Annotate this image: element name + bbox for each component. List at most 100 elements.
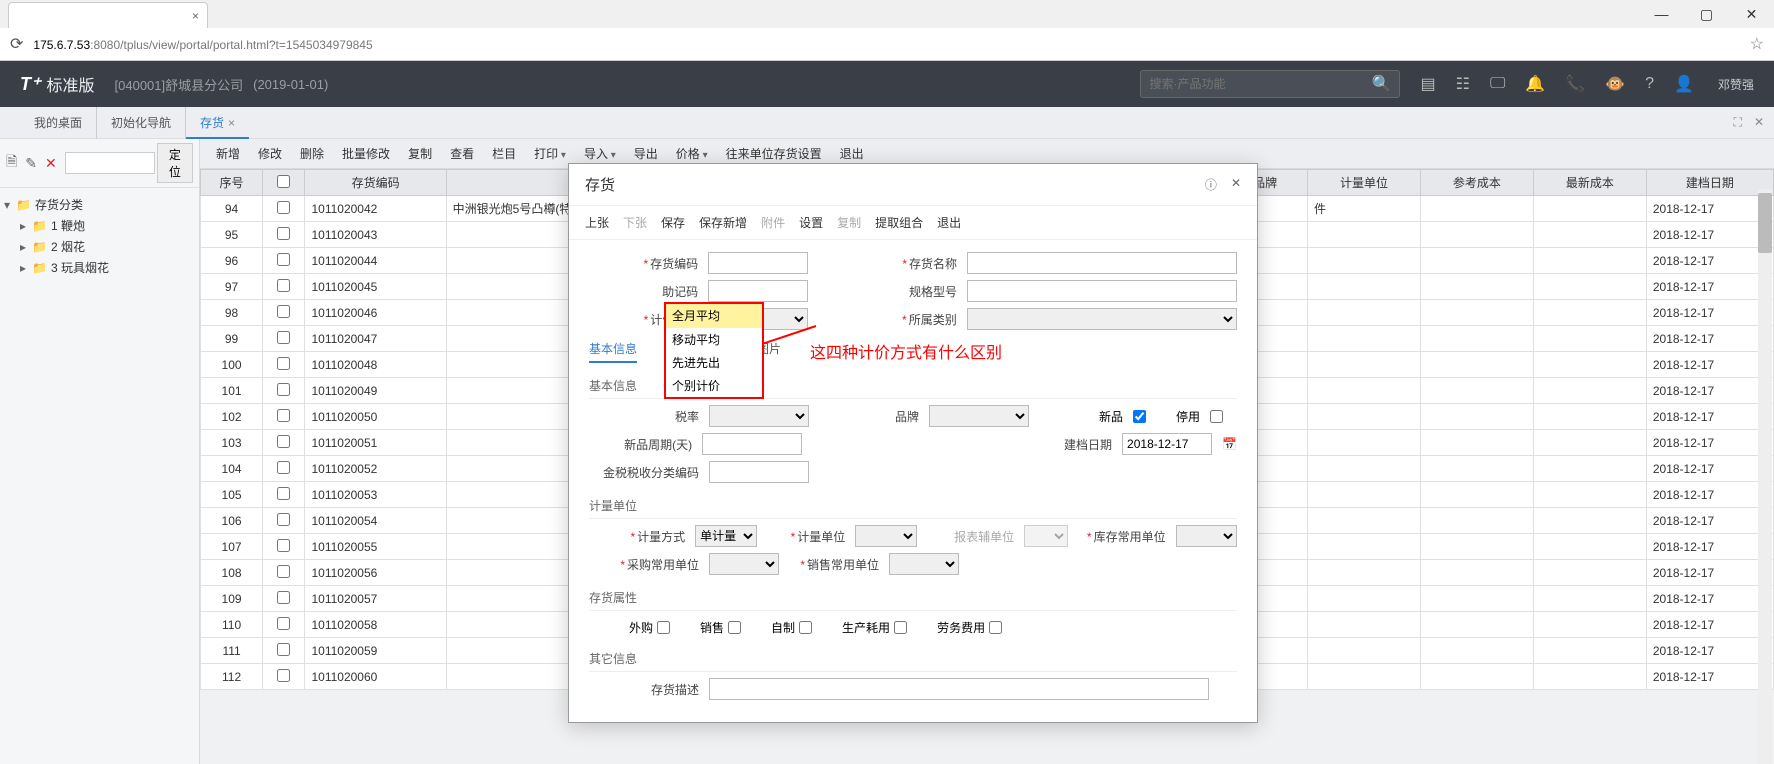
col-checkbox[interactable] [263, 170, 305, 196]
row-checkbox[interactable] [277, 565, 290, 578]
exit-button[interactable]: 退出 [937, 214, 961, 231]
row-checkbox[interactable] [277, 513, 290, 526]
tab-init[interactable]: 初始化导航 [97, 107, 186, 139]
tab-inventory[interactable]: 存货× [186, 107, 249, 139]
tb-add[interactable]: 新增 [216, 145, 240, 162]
row-checkbox[interactable] [277, 409, 290, 422]
tree-root[interactable]: ▾📁存货分类 [4, 194, 195, 215]
calendar-icon[interactable]: 📅 [1222, 437, 1237, 451]
delete-icon[interactable]: ✕ [45, 155, 57, 172]
browser-tab[interactable]: × [8, 2, 208, 28]
dropdown-option[interactable]: 先进先出 [666, 351, 762, 374]
tb-batch[interactable]: 批量修改 [342, 145, 390, 162]
url-text[interactable]: 175.6.7.53:8080/tplus/view/portal/portal… [33, 36, 372, 52]
prev-button[interactable]: 上张 [585, 214, 609, 231]
mnemonic-input[interactable] [708, 280, 808, 302]
goldentax-input[interactable] [709, 461, 809, 483]
row-checkbox[interactable] [277, 201, 290, 214]
tb-partner[interactable]: 往来单位存货设置 [726, 145, 822, 162]
builddate-input[interactable] [1122, 433, 1212, 455]
desc-input[interactable] [709, 678, 1209, 700]
save-button[interactable]: 保存 [661, 214, 685, 231]
new-icon[interactable]: 🗎 [6, 151, 17, 175]
measunit-select[interactable] [855, 525, 916, 547]
tb-export[interactable]: 导出 [634, 145, 658, 162]
tab-basic[interactable]: 基本信息 [589, 340, 637, 363]
row-checkbox[interactable] [277, 227, 290, 240]
col-idx[interactable]: 序号 [201, 170, 263, 196]
reload-icon[interactable]: ⟳ [10, 34, 23, 54]
newflag-checkbox[interactable] [1133, 410, 1146, 423]
phone-icon[interactable]: 📞 [1565, 74, 1585, 94]
row-checkbox[interactable] [277, 253, 290, 266]
bell-icon[interactable]: 🔔 [1525, 74, 1545, 94]
help-icon[interactable]: ⓘ [1205, 176, 1217, 193]
row-checkbox[interactable] [277, 383, 290, 396]
setting-button[interactable]: 设置 [799, 214, 823, 231]
tax-select[interactable] [709, 405, 809, 427]
row-checkbox[interactable] [277, 669, 290, 682]
close-icon[interactable]: × [228, 116, 235, 130]
chk-prodcons[interactable]: 生产耗用 [842, 619, 907, 636]
tb-del[interactable]: 删除 [300, 145, 324, 162]
code-input[interactable] [708, 252, 808, 274]
dropdown-option[interactable]: 移动平均 [666, 328, 762, 351]
edit-icon[interactable]: ✎ [25, 155, 37, 172]
save-icon[interactable]: ▤ [1420, 74, 1435, 94]
monkey-icon[interactable]: 🐵 [1605, 74, 1625, 94]
scrollbar-track[interactable] [1758, 189, 1772, 764]
col-refcost[interactable]: 参考成本 [1420, 170, 1533, 196]
saleunit-select[interactable] [889, 553, 959, 575]
chk-self[interactable]: 自制 [771, 619, 812, 636]
row-checkbox[interactable] [277, 279, 290, 292]
expand-icon[interactable]: ⛶ [1734, 115, 1742, 130]
close-icon[interactable]: × [192, 9, 199, 23]
extract-button[interactable]: 提取组合 [875, 214, 923, 231]
row-checkbox[interactable] [277, 643, 290, 656]
user-icon[interactable]: 👤 [1674, 74, 1694, 94]
tree-node[interactable]: ▸📁1 鞭炮 [4, 215, 195, 236]
user-name[interactable]: 邓赞强 [1718, 76, 1754, 93]
stockunit-select[interactable] [1176, 525, 1237, 547]
purchunit-select[interactable] [709, 553, 779, 575]
row-checkbox[interactable] [277, 617, 290, 630]
select-all-checkbox[interactable] [277, 175, 290, 188]
close-button[interactable]: ✕ [1729, 0, 1774, 28]
col-newcost[interactable]: 最新成本 [1533, 170, 1646, 196]
tb-copy[interactable]: 复制 [408, 145, 432, 162]
cycle-input[interactable] [702, 433, 802, 455]
tree-search-input[interactable] [65, 152, 155, 174]
tree-node[interactable]: ▸📁2 烟花 [4, 236, 195, 257]
close-icon[interactable]: ✕ [1231, 176, 1241, 193]
tb-price[interactable]: 价格 [676, 145, 708, 162]
col-unit[interactable]: 计量单位 [1307, 170, 1420, 196]
help-icon[interactable]: ? [1645, 75, 1654, 93]
tb-column[interactable]: 栏目 [492, 145, 516, 162]
search-icon[interactable]: 🔍 [1372, 74, 1392, 94]
row-checkbox[interactable] [277, 461, 290, 474]
scrollbar-thumb[interactable] [1758, 193, 1772, 253]
savenew-button[interactable]: 保存新增 [699, 214, 747, 231]
tree-node[interactable]: ▸📁3 玩具烟花 [4, 257, 195, 278]
measmode-select[interactable]: 单计量 [695, 525, 756, 547]
tb-import[interactable]: 导入 [584, 145, 616, 162]
search-box[interactable]: 🔍 [1140, 70, 1400, 98]
row-checkbox[interactable] [277, 435, 290, 448]
list-icon[interactable]: ☷ [1456, 74, 1470, 94]
dropdown-option-selected[interactable]: 全月平均 [666, 304, 762, 328]
col-code[interactable]: 存货编码 [305, 170, 446, 196]
cat-select[interactable] [967, 308, 1237, 330]
bookmark-icon[interactable]: ☆ [1750, 34, 1764, 54]
row-checkbox[interactable] [277, 487, 290, 500]
app-org[interactable]: [040001]舒城县分公司 [115, 75, 244, 94]
monitor-icon[interactable]: 🖵 [1490, 75, 1505, 93]
tb-exit[interactable]: 退出 [840, 145, 864, 162]
maximize-button[interactable]: ▢ [1684, 0, 1729, 28]
name-input[interactable] [967, 252, 1237, 274]
tb-print[interactable]: 打印 [534, 145, 566, 162]
chk-sale[interactable]: 销售 [700, 619, 741, 636]
row-checkbox[interactable] [277, 539, 290, 552]
close-all-icon[interactable]: ✕ [1754, 115, 1764, 130]
col-date[interactable]: 建档日期 [1646, 170, 1773, 196]
row-checkbox[interactable] [277, 591, 290, 604]
